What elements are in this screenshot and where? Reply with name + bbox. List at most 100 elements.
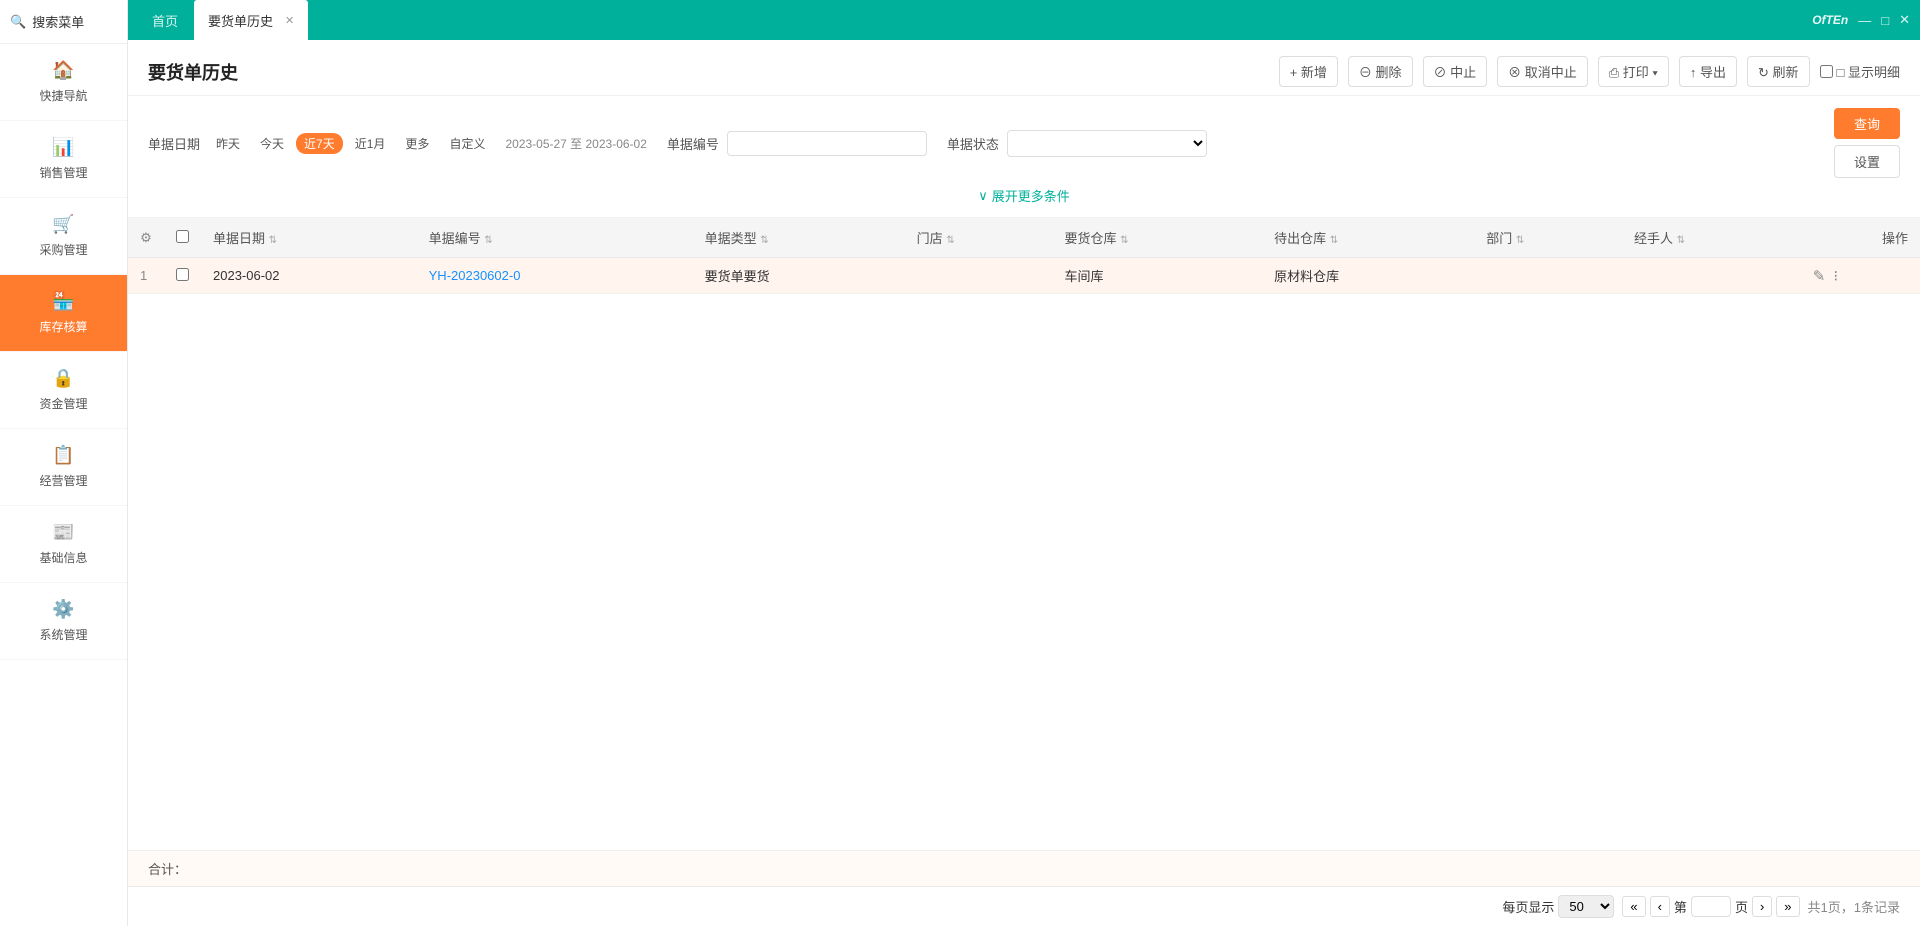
- date-filter-buttons: 昨天今天近7天近1月更多自定义: [208, 133, 493, 154]
- sort-icon-type: ⇅: [760, 235, 768, 246]
- th-pending-warehouse[interactable]: 待出仓库 ⇅: [1262, 218, 1474, 258]
- sidebar-search[interactable]: 🔍 搜索菜单: [0, 0, 127, 44]
- page-total: 共1页，1条记录: [1808, 897, 1900, 916]
- date-filter-label: 单据日期: [148, 134, 200, 153]
- top-bar: 首页要货单历史✕ OfTEn — □ ✕: [128, 0, 1920, 40]
- sidebar-item-purchase[interactable]: 🛒 采购管理: [0, 198, 127, 275]
- first-page-btn[interactable]: «: [1622, 896, 1645, 917]
- date-btn-last1month[interactable]: 近1月: [347, 133, 394, 154]
- row-actions-cell: ✎ ⁝: [1801, 258, 1920, 294]
- sort-icon-req-warehouse: ⇅: [1120, 235, 1128, 246]
- status-label: 单据状态: [947, 134, 999, 153]
- select-all-checkbox[interactable]: [176, 230, 189, 243]
- system-label: 系统管理: [39, 626, 87, 643]
- th-actions: 操作: [1801, 218, 1920, 258]
- date-btn-more[interactable]: 更多: [397, 133, 437, 154]
- table-footer: 合计：: [128, 850, 1920, 886]
- stop-button[interactable]: ⊘ 中止: [1423, 56, 1488, 87]
- tab-requisition-history[interactable]: 要货单历史✕: [194, 0, 308, 40]
- sort-icon-store: ⇅: [946, 235, 954, 246]
- row-number-cell[interactable]: YH-20230602-0: [417, 258, 693, 294]
- query-button[interactable]: 查询: [1834, 108, 1900, 139]
- th-handler[interactable]: 经手人 ⇅: [1622, 218, 1801, 258]
- row-more-icon-0[interactable]: ⁝: [1833, 267, 1838, 285]
- sidebar-item-operations[interactable]: 📋 经营管理: [0, 429, 127, 506]
- show-detail-wrap[interactable]: □ 显示明细: [1820, 62, 1900, 81]
- tab-requisition-history-close[interactable]: ✕: [285, 14, 294, 27]
- sidebar-item-inventory[interactable]: 🏪 库存核算: [0, 275, 127, 352]
- sidebar-item-quick-nav[interactable]: 🏠 快捷导航: [0, 44, 127, 121]
- status-filter: 单据状态: [947, 130, 1207, 157]
- row-num-cell: 1: [128, 258, 164, 294]
- export-button[interactable]: ↑ 导出: [1679, 56, 1737, 87]
- refresh-button[interactable]: ↻ 刷新: [1747, 56, 1810, 87]
- filter-row: 单据日期 昨天今天近7天近1月更多自定义 2023-05-27 至 2023-0…: [148, 108, 1900, 178]
- date-btn-today[interactable]: 今天: [252, 133, 292, 154]
- row-pending-warehouse-cell: 原材料仓库: [1262, 258, 1474, 294]
- print-button[interactable]: ⎙ 打印 ▾: [1598, 56, 1669, 87]
- tab-home-label: 首页: [152, 11, 178, 30]
- data-table: ⚙ 单据日期 ⇅单据编号 ⇅单据类型 ⇅门店 ⇅要货仓库 ⇅待出仓库 ⇅部门 ⇅经…: [128, 218, 1920, 294]
- sidebar: 🔍 搜索菜单 🏠 快捷导航📊 销售管理🛒 采购管理🏪 库存核算🔒 资金管理📋 经…: [0, 0, 128, 926]
- per-page-select[interactable]: 102050100: [1558, 895, 1614, 918]
- status-select[interactable]: [1007, 130, 1207, 157]
- th-department[interactable]: 部门 ⇅: [1474, 218, 1622, 258]
- row-date-cell: 2023-06-02: [201, 258, 417, 294]
- purchase-label: 采购管理: [39, 241, 87, 258]
- date-btn-yesterday[interactable]: 昨天: [208, 133, 248, 154]
- row-checkbox-cell[interactable]: [164, 258, 201, 294]
- date-range: 2023-05-27 至 2023-06-02: [505, 135, 646, 152]
- new-button[interactable]: + 新增: [1279, 56, 1338, 87]
- th-checkbox: [164, 218, 201, 258]
- date-btn-last7days[interactable]: 近7天: [296, 133, 343, 154]
- row-handler-cell: [1622, 258, 1801, 294]
- date-btn-custom[interactable]: 自定义: [441, 133, 493, 154]
- minimize-btn[interactable]: —: [1858, 13, 1871, 28]
- settings-button[interactable]: 设置: [1834, 145, 1900, 178]
- page-input[interactable]: 1: [1691, 896, 1731, 917]
- sidebar-item-system[interactable]: ⚙️ 系统管理: [0, 583, 127, 660]
- sidebar-item-sales[interactable]: 📊 销售管理: [0, 121, 127, 198]
- system-icon: ⚙️: [52, 599, 74, 620]
- filter-bar: 单据日期 昨天今天近7天近1月更多自定义 2023-05-27 至 2023-0…: [128, 96, 1920, 218]
- next-page-btn[interactable]: ›: [1752, 896, 1772, 917]
- th-type[interactable]: 单据类型 ⇅: [693, 218, 905, 258]
- th-req-warehouse[interactable]: 要货仓库 ⇅: [1052, 218, 1262, 258]
- table-row[interactable]: 1 2023-06-02 YH-20230602-0 要货单要货 车间库 原材料…: [128, 258, 1920, 294]
- top-bar-right: OfTEn — □ ✕: [1812, 12, 1910, 28]
- basic-info-icon: 📰: [52, 522, 74, 543]
- th-date[interactable]: 单据日期 ⇅: [201, 218, 417, 258]
- th-settings: ⚙: [128, 218, 164, 258]
- content-area: 要货单历史 + 新增⊖ 删除⊘ 中止⊗ 取消中止⎙ 打印 ▾↑ 导出↻ 刷新 □…: [128, 40, 1920, 926]
- row-type-cell: 要货单要货: [693, 258, 905, 294]
- table-header-row: ⚙ 单据日期 ⇅单据编号 ⇅单据类型 ⇅门店 ⇅要货仓库 ⇅待出仓库 ⇅部门 ⇅经…: [128, 218, 1920, 258]
- row-department-cell: [1474, 258, 1622, 294]
- tab-home[interactable]: 首页: [138, 0, 192, 40]
- operations-label: 经营管理: [39, 472, 87, 489]
- row-number-link-0[interactable]: YH-20230602-0: [429, 268, 521, 283]
- expand-more-btn[interactable]: ∨ 展开更多条件: [148, 186, 1900, 205]
- inventory-label: 库存核算: [39, 318, 87, 335]
- cancel-stop-button[interactable]: ⊗ 取消中止: [1497, 56, 1588, 87]
- per-page-label: 每页显示: [1502, 897, 1554, 916]
- sales-icon: 📊: [52, 137, 74, 158]
- order-number-input[interactable]: [727, 131, 927, 156]
- last-page-btn[interactable]: »: [1776, 896, 1799, 917]
- quick-nav-label: 快捷导航: [39, 87, 87, 104]
- show-detail-checkbox[interactable]: [1820, 65, 1833, 78]
- page-label: 第: [1674, 897, 1687, 916]
- row-edit-icon-0[interactable]: ✎: [1813, 267, 1826, 285]
- close-btn[interactable]: ✕: [1899, 12, 1910, 28]
- finance-label: 资金管理: [39, 395, 87, 412]
- table-settings-icon[interactable]: ⚙: [140, 230, 152, 245]
- delete-button[interactable]: ⊖ 删除: [1348, 56, 1413, 87]
- prev-page-btn[interactable]: ‹: [1650, 896, 1670, 917]
- row-checkbox-0[interactable]: [176, 268, 189, 281]
- th-number[interactable]: 单据编号 ⇅: [417, 218, 693, 258]
- operations-icon: 📋: [52, 445, 74, 466]
- sidebar-item-basic-info[interactable]: 📰 基础信息: [0, 506, 127, 583]
- sidebar-item-finance[interactable]: 🔒 资金管理: [0, 352, 127, 429]
- maximize-btn[interactable]: □: [1881, 13, 1889, 28]
- per-page-wrap: 每页显示 102050100: [1502, 895, 1614, 918]
- th-store[interactable]: 门店 ⇅: [905, 218, 1053, 258]
